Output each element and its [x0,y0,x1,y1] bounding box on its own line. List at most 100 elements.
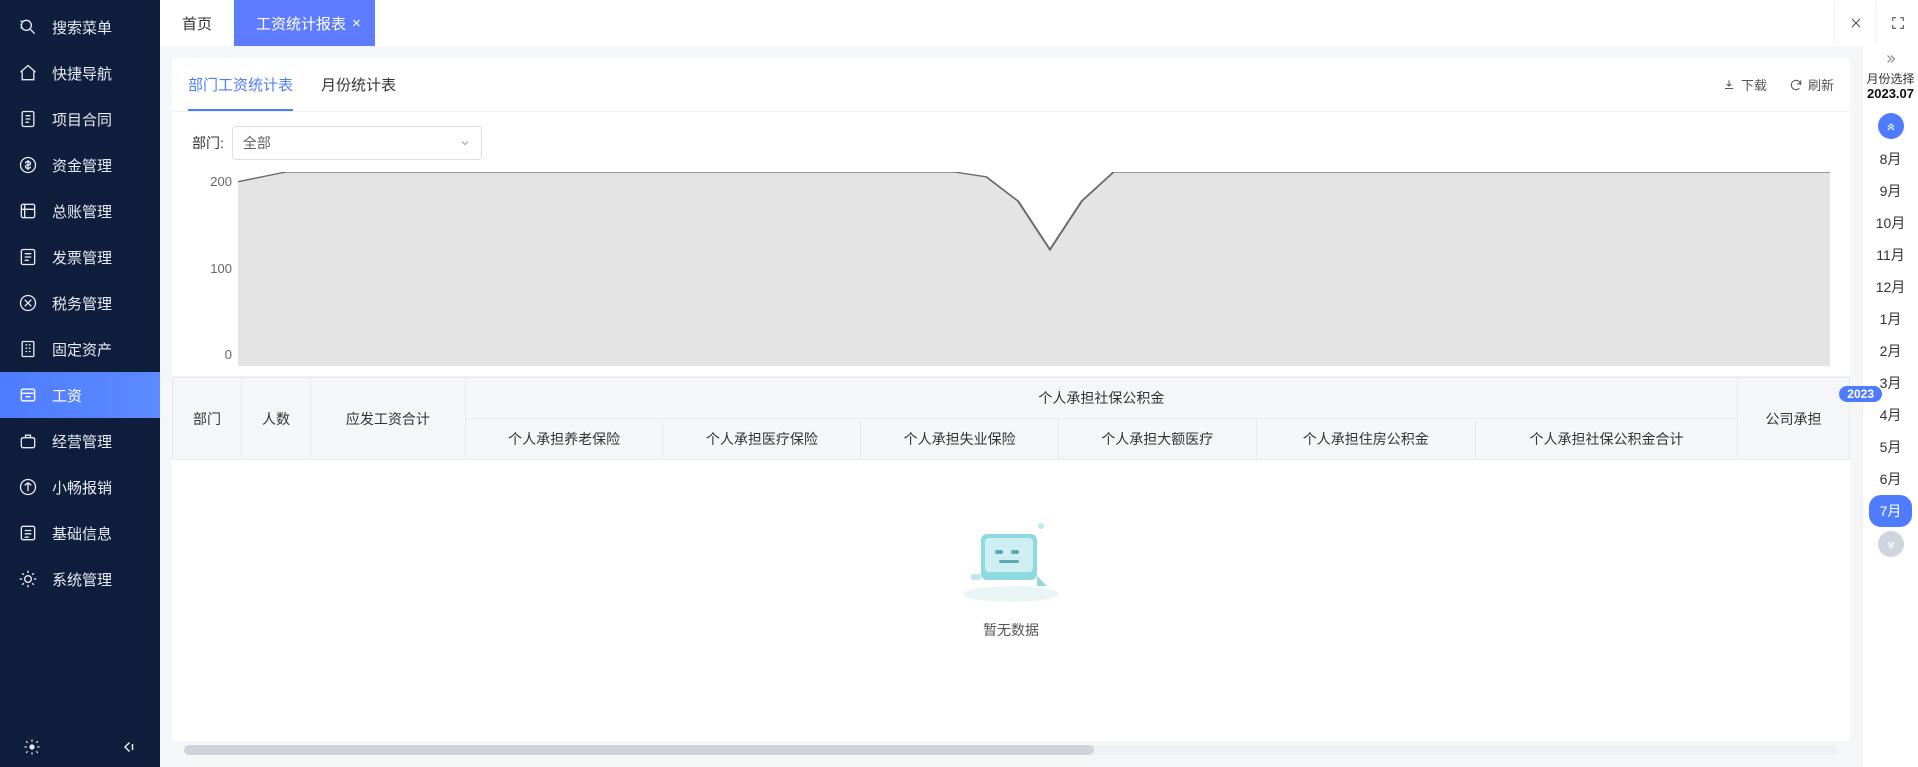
sidebar-item-label: 总账管理 [52,201,112,222]
home-icon [18,63,38,83]
month-scroll-down-icon[interactable] [1878,531,1904,557]
sidebar-item-label: 快捷导航 [52,63,112,84]
tab-home[interactable]: 首页 [160,0,234,46]
sidebar-item-4[interactable]: 总账管理 [0,188,160,234]
sidebar-nav: 搜索菜单快捷导航项目合同资金管理总账管理发票管理税务管理固定资产工资经营管理小畅… [0,0,160,602]
month-picker-dock: 月份选择 2023.07 8月9月10月11月12月1月2月3月4月5月6月7月… [1862,46,1918,767]
salary-table-zone: 部门人数应发工资合计个人承担社保公积金公司承担个人承担养老保险个人承担医疗保险个… [172,376,1850,731]
building-icon [18,339,38,359]
wallet-icon [18,155,38,175]
month-scroll-up-icon[interactable] [1878,113,1904,139]
dock-collapse-icon[interactable] [1863,46,1918,72]
sidebar-item-10[interactable]: 小畅报销 [0,464,160,510]
empty-illustration [951,496,1071,606]
download-icon [1722,78,1736,92]
sidebar-item-11[interactable]: 基础信息 [0,510,160,556]
doc-icon [18,109,38,129]
settings-icon[interactable] [22,737,42,757]
sidebar-item-9[interactable]: 经营管理 [0,418,160,464]
table-header: 部门 [173,378,242,460]
download-button[interactable]: 下载 [1722,75,1767,94]
month-option[interactable]: 1月 [1869,303,1912,335]
table-header: 个人承担养老保险 [465,419,663,460]
sidebar-item-12[interactable]: 系统管理 [0,556,160,602]
sidebar-item-label: 资金管理 [52,155,112,176]
sidebar-footer [0,727,160,767]
ledger-icon [18,201,38,221]
sidebar-item-label: 基础信息 [52,523,112,544]
dept-select[interactable]: 全部 [232,126,482,160]
sidebar-item-label: 发票管理 [52,247,112,268]
report-panel: 部门工资统计表 月份统计表 下载 刷新 [172,58,1850,741]
collapse-sidebar-icon[interactable] [118,737,138,757]
tab-salary-report[interactable]: 工资统计报表 × [234,0,375,46]
table-header: 个人承担社保公积金 [465,378,1737,419]
month-option[interactable]: 11月 [1869,239,1912,271]
month-option[interactable]: 2月 [1869,335,1912,367]
sidebar-item-3[interactable]: 资金管理 [0,142,160,188]
month-option[interactable]: 8月 [1869,143,1912,175]
month-picker-title: 月份选择 [1863,72,1918,86]
salary-table: 部门人数应发工资合计个人承担社保公积金公司承担个人承担养老保险个人承担医疗保险个… [172,377,1850,460]
page-tabbar: 首页 工资统计报表 × [160,0,1918,46]
table-header: 个人承担住房公积金 [1256,419,1475,460]
month-option[interactable]: 6月 [1869,463,1912,495]
sidebar-item-label: 项目合同 [52,109,112,130]
subtab-dept-salary[interactable]: 部门工资统计表 [188,58,293,111]
tabbar-close-all-icon[interactable] [1834,2,1876,44]
y-tick: 100 [210,261,232,276]
month-option[interactable]: 5月 [1869,431,1912,463]
sidebar-item-8[interactable]: 工资 [0,372,160,418]
close-icon[interactable]: × [352,16,361,31]
info-icon [18,523,38,543]
chart-y-axis: 200 100 0 [192,172,238,366]
sidebar-item-label: 系统管理 [52,569,112,590]
month-option[interactable]: 4月 [1869,399,1912,431]
sidebar-item-0[interactable]: 搜索菜单 [0,4,160,50]
table-header: 应发工资合计 [310,378,465,460]
sidebar-item-label: 税务管理 [52,293,112,314]
table-header: 个人承担社保公积金合计 [1475,419,1737,460]
table-header: 个人承担医疗保险 [663,419,861,460]
y-tick: 200 [210,174,232,189]
tab-salary-report-label: 工资统计报表 [256,13,346,34]
month-option[interactable]: 10月 [1869,207,1912,239]
refresh-icon [1789,78,1803,92]
briefcase-icon [18,431,38,451]
sidebar-item-6[interactable]: 税务管理 [0,280,160,326]
table-header: 公司承担 [1738,378,1850,460]
system-icon [18,569,38,589]
sidebar-item-label: 经营管理 [52,431,112,452]
main: 首页 工资统计报表 × 部门工资统计表 月份统计表 [160,0,1918,767]
month-option[interactable]: 12月 [1869,271,1912,303]
receipt-icon [18,247,38,267]
y-tick: 0 [225,347,232,362]
sidebar-item-label: 小畅报销 [52,477,112,498]
sidebar-item-2[interactable]: 项目合同 [0,96,160,142]
fullscreen-icon[interactable] [1876,2,1918,44]
sidebar-item-1[interactable]: 快捷导航 [0,50,160,96]
app-root: 搜索菜单快捷导航项目合同资金管理总账管理发票管理税务管理固定资产工资经营管理小畅… [0,0,1918,767]
dept-select-value: 全部 [243,133,271,153]
chart-plot [238,172,1830,366]
sidebar-item-label: 工资 [52,385,82,406]
month-picker-date: 2023.07 [1863,86,1918,101]
sidebar-item-7[interactable]: 固定资产 [0,326,160,372]
dept-filter-label: 部门: [192,133,224,153]
table-header: 个人承担大额医疗 [1058,419,1256,460]
horizontal-scrollbar[interactable] [184,745,1838,755]
subtab-month-salary[interactable]: 月份统计表 [321,58,396,111]
month-option[interactable]: 7月 [1869,495,1912,527]
tax-icon [18,293,38,313]
sidebar-item-label: 搜索菜单 [52,17,112,38]
empty-state: 暂无数据 [172,460,1850,650]
sidebar-item-5[interactable]: 发票管理 [0,234,160,280]
panel-tabs: 部门工资统计表 月份统计表 下载 刷新 [172,58,1850,112]
sidebar-item-label: 固定资产 [52,339,112,360]
refresh-button[interactable]: 刷新 [1789,75,1834,94]
salary-chart: 200 100 0 [172,166,1850,376]
month-option[interactable]: 9月 [1869,175,1912,207]
table-header: 个人承担失业保险 [861,419,1059,460]
tabbar-right [1834,0,1918,46]
year-badge: 2023 [1839,386,1882,402]
